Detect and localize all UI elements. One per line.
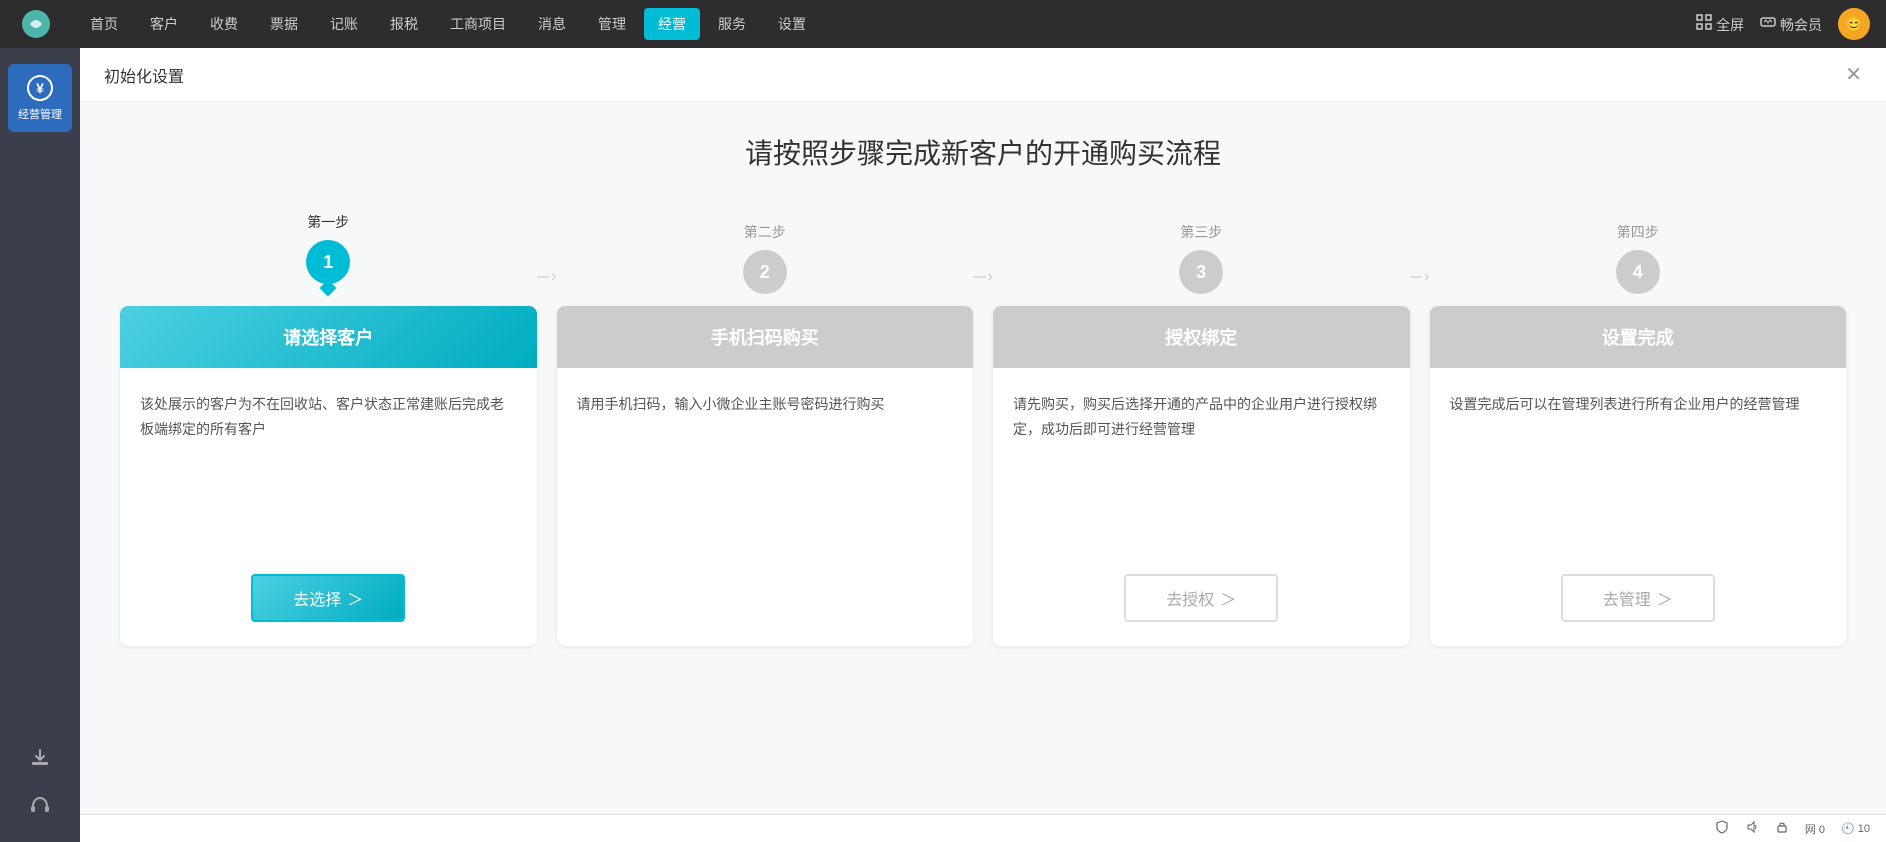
step2-label: 第二步 <box>744 222 786 242</box>
card4-header: 设置完成 <box>1430 306 1847 368</box>
nav-item-customer[interactable]: 客户 <box>136 8 192 40</box>
card2-header: 手机扫码购买 <box>557 306 974 368</box>
step4-label: 第四步 <box>1617 222 1659 242</box>
timeline-step-3: 第三步 3 <box>993 222 1410 294</box>
headset-icon[interactable] <box>20 786 60 826</box>
step1-btn-label: 去选择 <box>293 586 341 610</box>
card2-footer <box>557 606 974 646</box>
step-card-2: 手机扫码购买 请用手机扫码，输入小微企业主账号密码进行购买 <box>557 306 974 646</box>
card3-body: 请先购买，购买后选择开通的产品中的企业用户进行授权绑定，成功后即可进行经营管理 <box>993 368 1410 558</box>
step3-btn-label: 去授权 <box>1166 586 1214 610</box>
page-header: 初始化设置 ✕ <box>80 48 1886 102</box>
steps-container: 第一步 1 › 第二步 2 <box>120 212 1846 646</box>
nav-item-manage[interactable]: 管理 <box>584 8 640 40</box>
shield-icon <box>1715 820 1729 837</box>
svg-text:¥: ¥ <box>36 80 44 96</box>
sidebar-bottom <box>20 738 60 842</box>
step4-btn-arrow: ＞ <box>1657 586 1673 610</box>
connector-2: › <box>973 268 993 286</box>
card1-body: 该处展示的客户为不在回收站、客户状态正常建账后完成老板端绑定的所有客户 <box>120 368 537 558</box>
step3-action-button[interactable]: 去授权 ＞ <box>1124 574 1278 622</box>
step4-action-button[interactable]: 去管理 ＞ <box>1561 574 1715 622</box>
app-logo <box>16 4 56 44</box>
nav-right-area: 全屏 畅会员 😊 <box>1696 8 1870 40</box>
nav-item-service[interactable]: 服务 <box>704 8 760 40</box>
nav-item-accounting[interactable]: 记账 <box>316 8 372 40</box>
step-card-3: 授权绑定 请先购买，购买后选择开通的产品中的企业用户进行授权绑定，成功后即可进行… <box>993 306 1410 646</box>
step1-label: 第一步 <box>307 212 349 232</box>
page-title: 初始化设置 <box>104 63 184 87</box>
card4-footer: 去管理 ＞ <box>1430 558 1847 646</box>
step-card-1: 请选择客户 该处展示的客户为不在回收站、客户状态正常建账后完成老板端绑定的所有客… <box>120 306 537 646</box>
vip-button[interactable]: 畅会员 <box>1760 14 1822 35</box>
timeline-step-4: 第四步 4 <box>1430 222 1847 294</box>
step1-btn-arrow: ＞ <box>347 586 363 610</box>
card2-body: 请用手机扫码，输入小微企业主账号密码进行购买 <box>557 368 974 606</box>
nav-item-operation[interactable]: 经营 <box>644 8 700 40</box>
step1-circle: 1 <box>306 240 350 284</box>
sidebar-item-operation[interactable]: ¥ 经营管理 <box>8 64 72 132</box>
user-avatar[interactable]: 😊 <box>1838 8 1870 40</box>
sidebar: ¥ 经营管理 <box>0 48 80 842</box>
vip-label: 畅会员 <box>1780 17 1822 33</box>
step2-circle: 2 <box>743 250 787 294</box>
lock-icon <box>1775 820 1789 837</box>
clock-icon: 🕙 10 <box>1841 822 1870 835</box>
step3-label: 第三步 <box>1180 222 1222 242</box>
timeline-row: 第一步 1 › 第二步 2 <box>120 212 1846 294</box>
connector-3: › <box>1410 268 1430 286</box>
close-button[interactable]: ✕ <box>1845 62 1862 87</box>
status-right: 网 0 🕙 10 <box>1715 820 1870 837</box>
fullscreen-button[interactable]: 全屏 <box>1696 14 1744 35</box>
volume-icon <box>1745 820 1759 837</box>
nav-item-settings[interactable]: 设置 <box>764 8 820 40</box>
step4-btn-label: 去管理 <box>1603 586 1651 610</box>
svg-text:😊: 😊 <box>1845 16 1862 32</box>
step-card-4: 设置完成 设置完成后可以在管理列表进行所有企业用户的经营管理 去管理 ＞ <box>1430 306 1847 646</box>
step1-action-button[interactable]: 去选择 ＞ <box>251 574 405 622</box>
step3-circle: 3 <box>1179 250 1223 294</box>
card1-header: 请选择客户 <box>120 306 537 368</box>
main-content: 初始化设置 ✕ 请按照步骤完成新客户的开通购买流程 第一步 1 <box>80 48 1886 842</box>
fullscreen-label: 全屏 <box>1716 17 1744 33</box>
card3-header: 授权绑定 <box>993 306 1410 368</box>
card4-body: 设置完成后可以在管理列表进行所有企业用户的经营管理 <box>1430 368 1847 558</box>
status-bar: ▶ 完成 网 0 🕙 10 <box>0 814 1886 842</box>
yuan-icon: ¥ <box>26 74 54 102</box>
step4-circle: 4 <box>1616 250 1660 294</box>
card1-footer: 去选择 ＞ <box>120 558 537 646</box>
nav-item-home[interactable]: 首页 <box>76 8 132 40</box>
nav-item-fee[interactable]: 收费 <box>196 8 252 40</box>
network-icon: 网 0 <box>1805 821 1825 837</box>
timeline-step-2: 第二步 2 <box>557 222 974 294</box>
sidebar-item-label: 经营管理 <box>18 106 62 122</box>
top-navigation: 首页 客户 收费 票据 记账 报税 工商项目 消息 管理 经营 服务 设置 全屏… <box>0 0 1886 48</box>
step3-btn-arrow: ＞ <box>1220 586 1236 610</box>
content-area: 请按照步骤完成新客户的开通购买流程 第一步 1 › <box>80 102 1886 842</box>
nav-menu: 首页 客户 收费 票据 记账 报税 工商项目 消息 管理 经营 服务 设置 <box>76 8 1696 40</box>
download-icon[interactable] <box>20 738 60 778</box>
card3-footer: 去授权 ＞ <box>993 558 1410 646</box>
nav-item-message[interactable]: 消息 <box>524 8 580 40</box>
nav-item-business[interactable]: 工商项目 <box>436 8 520 40</box>
connector-1: › <box>537 268 557 286</box>
nav-item-tax[interactable]: 报税 <box>376 8 432 40</box>
cards-row: 请选择客户 该处展示的客户为不在回收站、客户状态正常建账后完成老板端绑定的所有客… <box>120 306 1846 646</box>
main-heading: 请按照步骤完成新客户的开通购买流程 <box>120 132 1846 172</box>
nav-item-invoice[interactable]: 票据 <box>256 8 312 40</box>
timeline-step-1: 第一步 1 <box>120 212 537 294</box>
